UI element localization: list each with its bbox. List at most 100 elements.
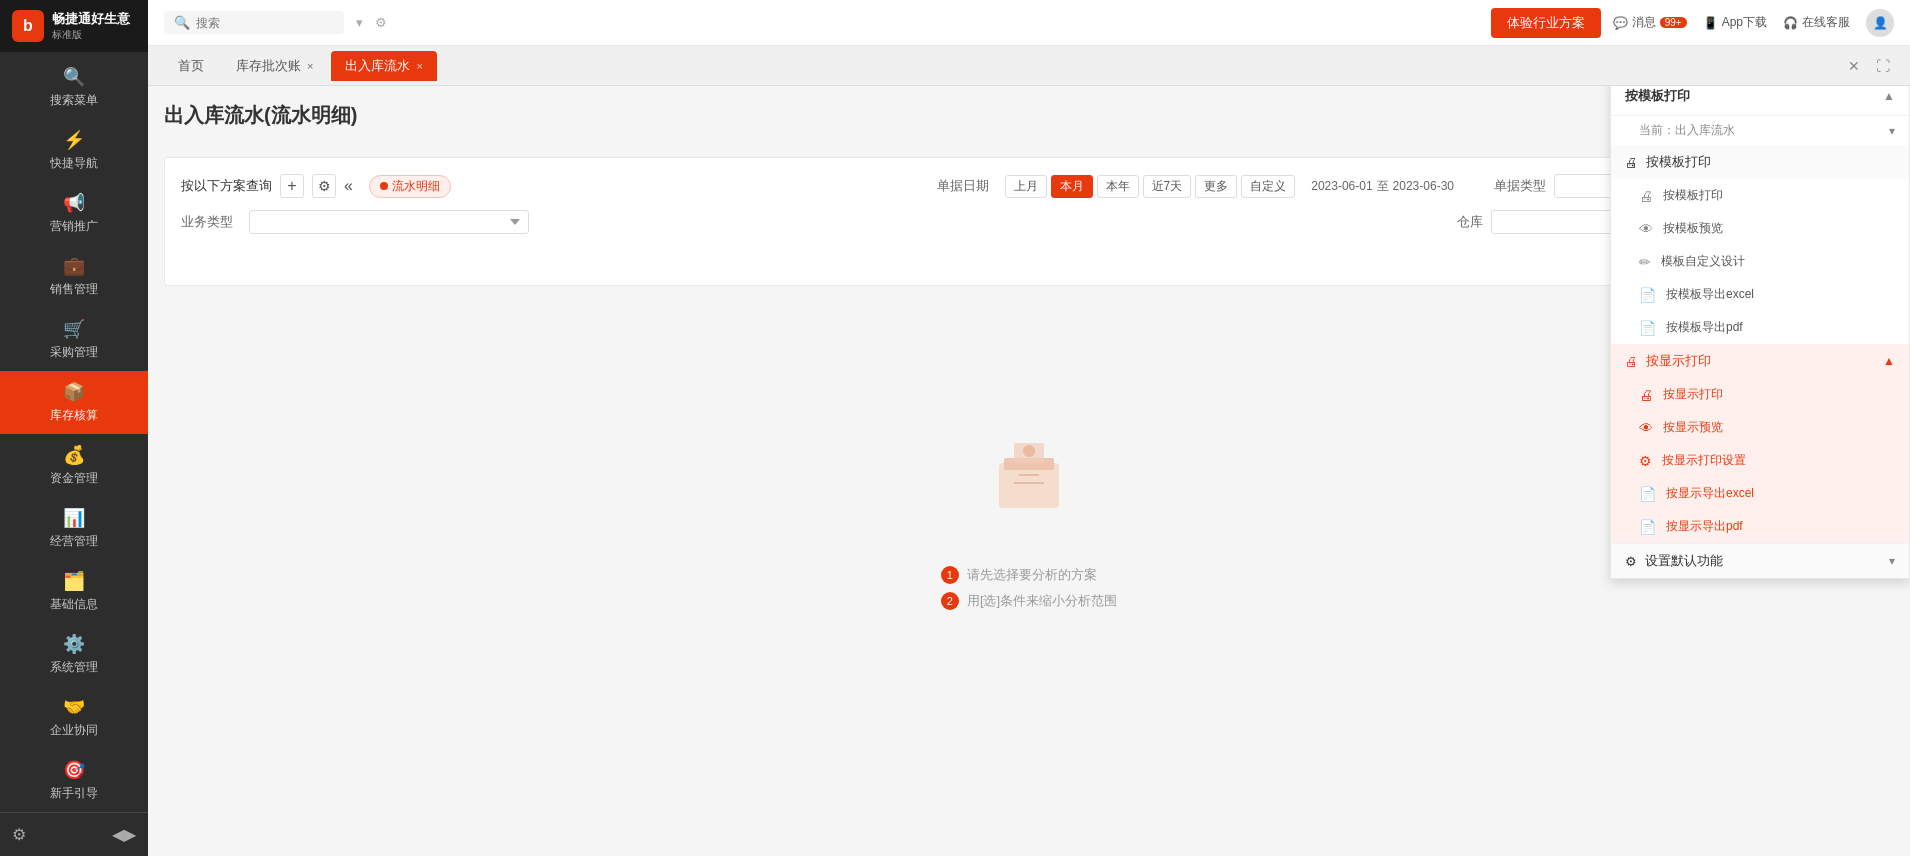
date-btn-last_month[interactable]: 上月 bbox=[1005, 175, 1047, 198]
app-download-btn[interactable]: 📱 App下载 bbox=[1703, 14, 1767, 31]
date-btn-current_month[interactable]: 本月 bbox=[1051, 175, 1093, 198]
active-filter-tag[interactable]: 流水明细 bbox=[369, 175, 451, 198]
online-service-btn[interactable]: 🎧 在线客服 bbox=[1783, 14, 1850, 31]
dropdown-item-display_excel[interactable]: 📄按显示导出excel bbox=[1611, 477, 1909, 510]
biz-type-label: 业务类型 bbox=[181, 213, 233, 231]
add-filter-btn[interactable]: + bbox=[280, 174, 304, 198]
biz-type-select[interactable] bbox=[249, 210, 529, 234]
date-btn-custom[interactable]: 自定义 bbox=[1241, 175, 1295, 198]
sidebar-collapse-icon[interactable]: ◀▶ bbox=[112, 825, 136, 844]
app-download-label: App下载 bbox=[1722, 14, 1767, 31]
date-btn-last7[interactable]: 近7天 bbox=[1143, 175, 1192, 198]
dropdown-item-template_excel[interactable]: 📄按模板导出excel bbox=[1611, 278, 1909, 311]
date-quick-buttons: 上月本月本年近7天更多自定义 bbox=[1005, 175, 1296, 198]
sidebar-item-system[interactable]: ⚙️ 系统管理 bbox=[0, 623, 148, 686]
inventory-icon: 📦 bbox=[63, 381, 85, 403]
dropdown-chevron-icon: ▲ bbox=[1883, 89, 1895, 103]
collab-label: 企业协同 bbox=[50, 722, 98, 739]
tab-batch-close[interactable]: × bbox=[307, 60, 313, 72]
basic-label: 基础信息 bbox=[50, 596, 98, 613]
tab-batch-label: 库存批次账 bbox=[236, 57, 301, 75]
filter-collapse-btn[interactable]: « bbox=[344, 177, 353, 195]
search-input[interactable] bbox=[196, 16, 316, 30]
sidebar-item-basic[interactable]: 🗂️ 基础信息 bbox=[0, 560, 148, 623]
warehouse-label: 仓库 bbox=[1457, 213, 1483, 231]
system-label: 系统管理 bbox=[50, 659, 98, 676]
dropdown-header: 按模板打印 ▲ bbox=[1611, 86, 1909, 116]
sidebar-item-purchase[interactable]: 🛒 采购管理 bbox=[0, 308, 148, 371]
inventory-label: 库存核算 bbox=[50, 407, 98, 424]
sidebar-item-operations[interactable]: 📊 经营管理 bbox=[0, 497, 148, 560]
template_preview-label: 按模板预览 bbox=[1663, 220, 1723, 237]
print-dropdown-menu: 按模板打印 ▲ 当前：出入库流水 ▾ 🖨 按模板打印 🖨按模板打印 👁 按模板预览 ✏… bbox=[1610, 86, 1910, 579]
topbar-gear-icon[interactable]: ⚙ bbox=[375, 15, 387, 30]
dropdown-item-display_preview[interactable]: 👁按显示预览 bbox=[1611, 411, 1909, 444]
display_preview-label: 按显示预览 bbox=[1663, 419, 1723, 436]
tip-2-num: 2 bbox=[941, 592, 959, 610]
template_custom-label: 模板自定义设计 bbox=[1661, 253, 1745, 270]
empty-illustration bbox=[979, 423, 1079, 542]
dropdown-default-section[interactable]: ⚙ 设置默认功能 ▾ bbox=[1611, 543, 1909, 578]
tab-home[interactable]: 首页 bbox=[164, 51, 218, 81]
sidebar-item-quicknav[interactable]: ⚡ 快捷导航 bbox=[0, 119, 148, 182]
trial-btn[interactable]: 体验行业方案 bbox=[1491, 8, 1601, 38]
default-section-title: ⚙ 设置默认功能 bbox=[1625, 552, 1723, 570]
dropdown-item-display_settings[interactable]: ⚙按显示打印设置 bbox=[1611, 444, 1909, 477]
sidebar: b 畅捷通好生意 标准版 🔍 搜索菜单 ⚡ 快捷导航 📢 营销推广 💼 销售管理… bbox=[0, 0, 148, 856]
sidebar-item-guide[interactable]: 🎯 新手引导 bbox=[0, 749, 148, 812]
svg-point-3 bbox=[1023, 445, 1035, 457]
filter-settings-btn[interactable]: ⚙ bbox=[312, 174, 336, 198]
marketing-label: 营销推广 bbox=[50, 218, 98, 235]
current-info-chevron: ▾ bbox=[1889, 124, 1895, 138]
collab-icon: 🤝 bbox=[63, 696, 85, 718]
system-icon: ⚙️ bbox=[63, 633, 85, 655]
dropdown-display-section-header[interactable]: 🖨 按显示打印 ▲ bbox=[1611, 344, 1909, 378]
template_pdf-icon: 📄 bbox=[1639, 320, 1656, 336]
dropdown-item-template_print[interactable]: 🖨按模板打印 bbox=[1611, 179, 1909, 212]
tab-batch[interactable]: 库存批次账 × bbox=[222, 51, 327, 81]
sidebar-item-inventory[interactable]: 📦 库存核算 bbox=[0, 371, 148, 434]
sidebar-logo[interactable]: b 畅捷通好生意 标准版 bbox=[0, 0, 148, 52]
template_print-icon: 🖨 bbox=[1639, 188, 1653, 204]
search-icon: 🔍 bbox=[63, 66, 85, 88]
operations-label: 经营管理 bbox=[50, 533, 98, 550]
sidebar-item-collab[interactable]: 🤝 企业协同 bbox=[0, 686, 148, 749]
topbar-chevron-icon[interactable]: ▾ bbox=[356, 15, 363, 30]
dropdown-item-display_print[interactable]: 🖨按显示打印 bbox=[1611, 378, 1909, 411]
date-label: 单据日期 bbox=[937, 177, 989, 195]
tab-home-label: 首页 bbox=[178, 57, 204, 75]
page-content: 出入库流水(流水明细) 🖨 按模板打印 ▲ 📤 导出 🔄 刷新 bbox=[148, 86, 1910, 856]
template-section-title: 🖨 按模板打印 bbox=[1625, 153, 1711, 171]
date-btn-current_year[interactable]: 本年 bbox=[1097, 175, 1139, 198]
quicknav-icon: ⚡ bbox=[63, 129, 85, 151]
sidebar-item-search[interactable]: 🔍 搜索菜单 bbox=[0, 56, 148, 119]
user-avatar[interactable]: 👤 bbox=[1866, 9, 1894, 37]
doc-type-label: 单据类型 bbox=[1494, 177, 1546, 195]
tab-flow[interactable]: 出入库流水 × bbox=[331, 51, 436, 81]
finance-label: 资金管理 bbox=[50, 470, 98, 487]
tab-flow-close[interactable]: × bbox=[416, 60, 422, 72]
app-logo-text: 畅捷通好生意 标准版 bbox=[52, 11, 130, 41]
sidebar-item-sales[interactable]: 💼 销售管理 bbox=[0, 245, 148, 308]
dropdown-item-template_pdf[interactable]: 📄按模板导出pdf bbox=[1611, 311, 1909, 344]
tab-maximize-icon[interactable]: ⛶ bbox=[1872, 54, 1894, 78]
template_preview-icon: 👁 bbox=[1639, 221, 1653, 237]
purchase-label: 采购管理 bbox=[50, 344, 98, 361]
current-info-label: 当前：出入库流水 bbox=[1639, 122, 1735, 139]
dropdown-chevron-btn[interactable]: ▲ bbox=[1883, 89, 1895, 103]
sidebar-item-finance[interactable]: 💰 资金管理 bbox=[0, 434, 148, 497]
dropdown-item-template_custom[interactable]: ✏模板自定义设计 bbox=[1611, 245, 1909, 278]
dropdown-item-template_preview[interactable]: 👁 按模板预览 bbox=[1611, 212, 1909, 245]
template_excel-label: 按模板导出excel bbox=[1666, 286, 1754, 303]
tab-restore-icon[interactable]: ✕ bbox=[1844, 54, 1864, 78]
guide-label: 新手引导 bbox=[50, 785, 98, 802]
sidebar-item-marketing[interactable]: 📢 营销推广 bbox=[0, 182, 148, 245]
date-btn-more[interactable]: 更多 bbox=[1195, 175, 1237, 198]
sidebar-settings-icon[interactable]: ⚙ bbox=[12, 825, 26, 844]
message-btn[interactable]: 💬 消息 99+ bbox=[1613, 14, 1687, 31]
dropdown-item-display_pdf[interactable]: 📄按显示导出pdf bbox=[1611, 510, 1909, 543]
display-items: 🖨按显示打印👁按显示预览⚙按显示打印设置📄按显示导出excel📄按显示导出pdf bbox=[1611, 378, 1909, 543]
dropdown-template-section-header[interactable]: 🖨 按模板打印 bbox=[1611, 145, 1909, 179]
topbar-search-box[interactable]: 🔍 bbox=[164, 11, 344, 34]
display_pdf-label: 按显示导出pdf bbox=[1666, 518, 1743, 535]
